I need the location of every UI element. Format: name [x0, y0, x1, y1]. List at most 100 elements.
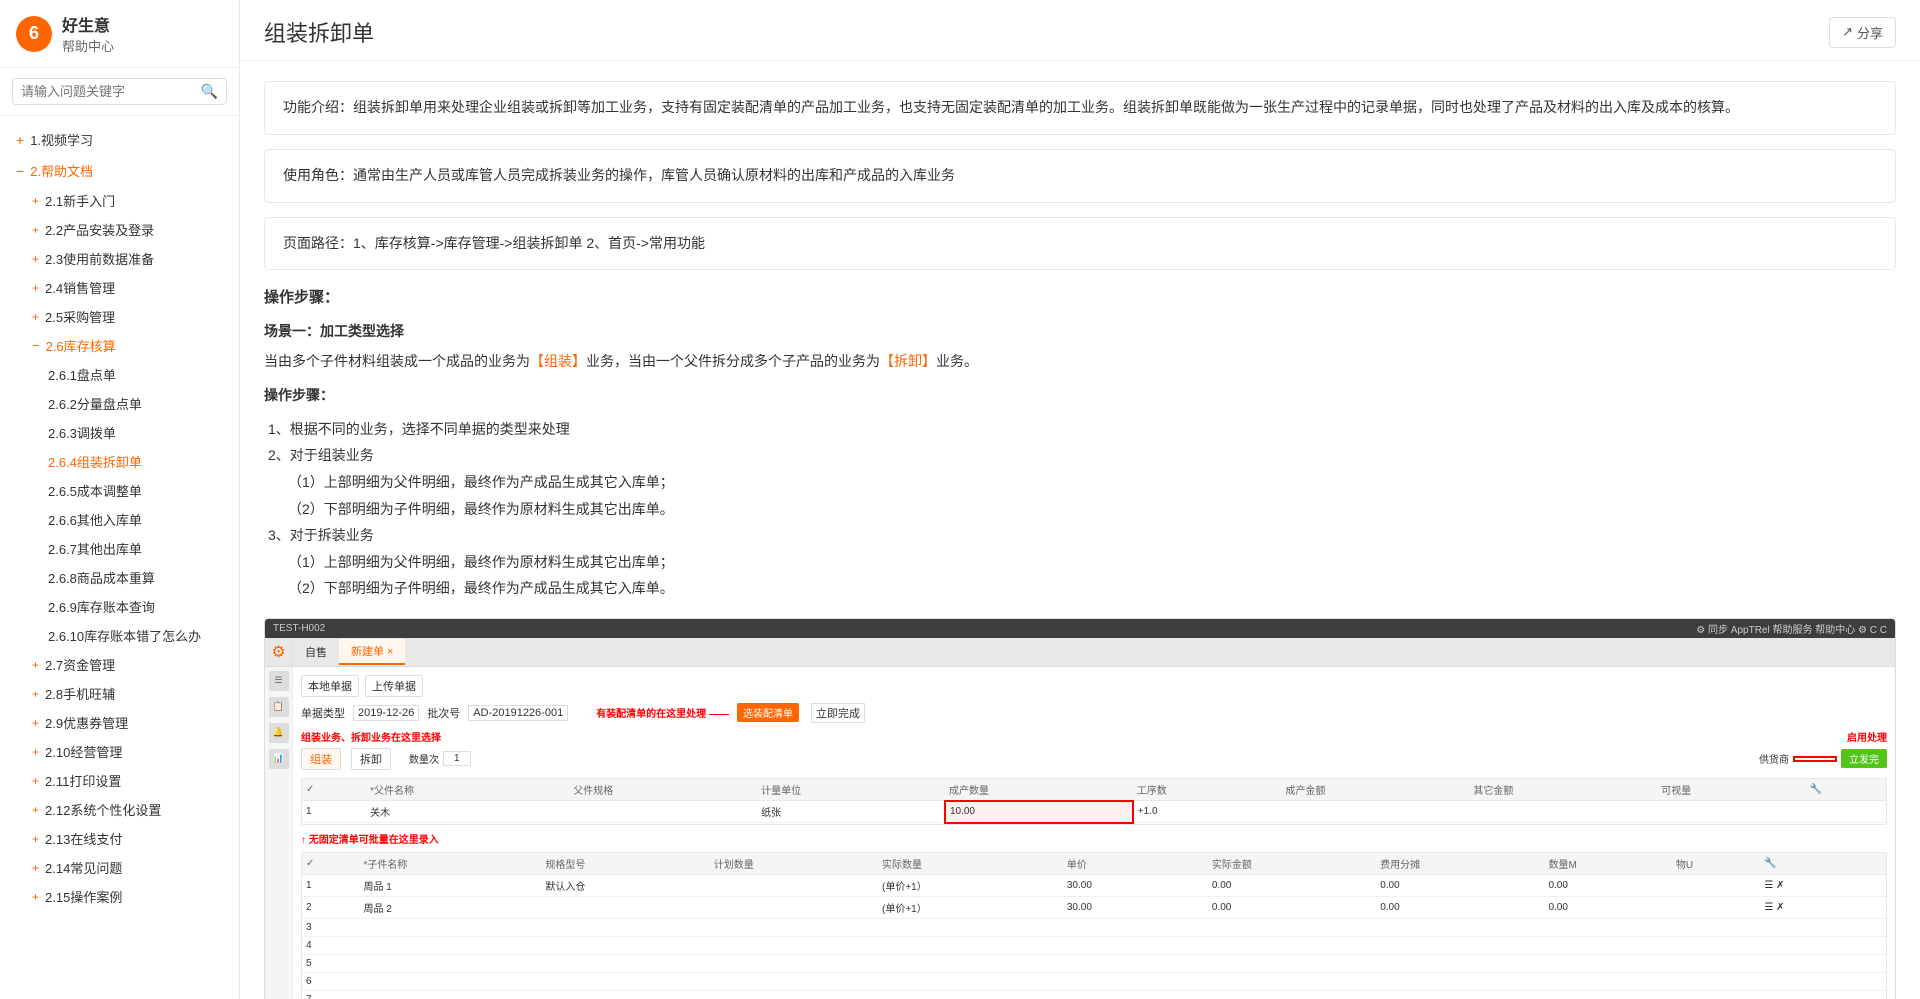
- sidebar-item-2.10[interactable]: + 2.10经营管理: [0, 737, 239, 766]
- scene1-title: 场景一：加工类型选择: [264, 321, 1896, 341]
- sidebar-item-2.6.9[interactable]: 2.6.9库存账本查询: [0, 592, 239, 621]
- step-2-sub-1: （1）上部明细为父件明细，最终作为产成品生成其它入库单；: [288, 469, 1896, 496]
- ss-lower-table: ✓ *子件名称 规格型号 计划数量 实际数量 单价 实际金额 费用分摊 数量M: [301, 852, 1887, 999]
- sidebar-item-beginner[interactable]: + 2.1新手入门: [0, 186, 239, 215]
- ss-lower-row-1: 1 周品 1 默认入仓 (单价+1） 30.00 0.00 0.00 0.00: [302, 874, 1886, 896]
- main-header: 组装拆卸单 ↗ 分享: [240, 0, 1920, 61]
- sidebar-item-2.6.10[interactable]: 2.6.10库存账本错了怎么办: [0, 621, 239, 650]
- ss-label-batch: 批次号: [427, 705, 460, 721]
- steps-list: 1、根据不同的业务，选择不同单据的类型来处理 2、对于组装业务 （1）上部明细为…: [268, 416, 1896, 602]
- step-1: 1、根据不同的业务，选择不同单据的类型来处理: [268, 416, 1896, 443]
- ss-form-area: 本地单据 上传单据 单据类型 2019-12-26 批次号 AD-2019122…: [293, 667, 1895, 999]
- sidebar-item-2.14[interactable]: + 2.14常见问题: [0, 853, 239, 882]
- ss-system-bar: TEST-H002 ⚙ 同步 AppTRel 帮助服务 帮助中心 ⚙ C C: [265, 619, 1895, 638]
- main-content: 功能介绍：组装拆卸单用来处理企业组装或拆卸等加工业务，支持有固定装配清单的产品加…: [240, 61, 1920, 999]
- sidebar-item-2.11[interactable]: + 2.11打印设置: [0, 766, 239, 795]
- ss-lower-row-4: 4: [302, 936, 1886, 954]
- share-button[interactable]: ↗ 分享: [1829, 17, 1896, 48]
- sidebar-item-sales[interactable]: + 2.4销售管理: [0, 273, 239, 302]
- ss-date-value: 2019-12-26: [353, 705, 419, 721]
- ss-label-date: 单据类型: [301, 705, 345, 721]
- ss-icon-4: 📊: [269, 749, 289, 769]
- ss-confirm-btn: 立即完成: [811, 703, 865, 723]
- annotation-bom: 有装配清单的在这里处理 ——: [596, 705, 729, 720]
- ss-select-bom-btn[interactable]: 选装配清单: [737, 703, 799, 722]
- sidebar-item-2.6.5[interactable]: 2.6.5成本调整单: [0, 476, 239, 505]
- screenshot: TEST-H002 ⚙ 同步 AppTRel 帮助服务 帮助中心 ⚙ C C ⚙…: [264, 618, 1896, 999]
- sidebar: 6 好生意 帮助中心 🔍 + 1.视频学习 − 2.帮助文档 + 2.1新手入门: [0, 0, 240, 999]
- annotation-batch-input: ↑ 无固定清单可批量在这里录入: [301, 831, 1887, 846]
- page-path-block: 页面路径：1、库存核算->库存管理->组装拆卸单 2、首页->常用功能: [264, 217, 1896, 271]
- sidebar-item-2.6.8[interactable]: 2.6.8商品成本重算: [0, 563, 239, 592]
- sidebar-item-install[interactable]: + 2.2产品安装及登录: [0, 215, 239, 244]
- ss-icon-1: ☰: [269, 671, 289, 691]
- page-title: 组装拆卸单: [264, 16, 374, 48]
- ss-icon-2: 📋: [269, 697, 289, 717]
- ss-logo: ⚙: [265, 638, 293, 666]
- annotation-enable: 启用处理: [1847, 729, 1887, 744]
- step-3-sub-2: （2）下部明细为子件明细，最终作为产成品生成其它入库单。: [288, 575, 1896, 602]
- step-2: 2、对于组装业务: [268, 442, 1896, 469]
- ss-lower-row-3: 3: [302, 918, 1886, 936]
- step-3: 3、对于拆装业务: [268, 522, 1896, 549]
- ops-steps-sub: 操作步骤：: [264, 383, 1896, 408]
- sidebar-item-docs[interactable]: − 2.帮助文档: [0, 155, 239, 186]
- sidebar-item-2.6.4[interactable]: 2.6.4组装拆卸单: [0, 447, 239, 476]
- ss-tab-home: 自售: [293, 640, 339, 664]
- ss-upload: 上传单据: [365, 675, 423, 697]
- sidebar-item-data-prep[interactable]: + 2.3使用前数据准备: [0, 244, 239, 273]
- ss-lower-row-6: 6: [302, 972, 1886, 990]
- logo-icon: 6: [16, 16, 52, 52]
- ss-tab-bar: ⚙ 自售 新建单 ×: [265, 638, 1895, 667]
- search-input[interactable]: [21, 84, 201, 99]
- ss-lower-row-7: 7: [302, 990, 1886, 999]
- sidebar-item-2.12[interactable]: + 2.12系统个性化设置: [0, 795, 239, 824]
- search-wrap: 🔍: [12, 78, 227, 105]
- ss-proc-type-1: 组装: [301, 748, 341, 770]
- sidebar-item-purchase[interactable]: + 2.5采购管理: [0, 302, 239, 331]
- ss-lower-row-5: 5: [302, 954, 1886, 972]
- ss-lower-row-2: 2 周品 2 (单价+1） 30.00 0.00 0.00 0.00: [302, 896, 1886, 918]
- sidebar-item-inventory[interactable]: − 2.6库存核算: [0, 331, 239, 360]
- ss-batch-value: AD-20191226-001: [468, 705, 568, 721]
- ss-enable-process: 供货商 立发完: [1759, 749, 1887, 768]
- nav-tree: + 1.视频学习 − 2.帮助文档 + 2.1新手入门 + 2.2产品安装及登录…: [0, 116, 239, 999]
- ss-qty-row: 数量次 1: [409, 751, 471, 766]
- sidebar-item-2.6.2[interactable]: 2.6.2分量盘点单: [0, 389, 239, 418]
- ss-toolbar-row: 本地单据 上传单据: [301, 675, 1887, 697]
- sidebar-header: 6 好生意 帮助中心: [0, 0, 239, 68]
- search-icon[interactable]: 🔍: [201, 83, 218, 100]
- minus-icon: −: [16, 163, 24, 179]
- sidebar-item-2.15[interactable]: + 2.15操作案例: [0, 882, 239, 911]
- sidebar-item-2.6.7[interactable]: 2.6.7其他出库单: [0, 534, 239, 563]
- ss-form-header: 单据类型 2019-12-26 批次号 AD-20191226-001 有装配清…: [301, 703, 1887, 723]
- search-bar: 🔍: [0, 68, 239, 116]
- step-2-sub-2: （2）下部明细为子件明细，最终作为原材料生成其它出库单。: [288, 496, 1896, 523]
- sidebar-item-2.9[interactable]: + 2.9优惠券管理: [0, 708, 239, 737]
- ss-upper-table: ✓ *父件名称 父件规格 计量单位 成产数量 工序数 成产金额 其它金额 可视量: [301, 778, 1887, 825]
- ss-upper-row-1: 1 关木 纸张 10.00 +1.0: [302, 801, 1886, 823]
- annotation-type: 组装业务、拆卸业务在这里选择: [301, 729, 441, 744]
- ss-content-area: ☰ 📋 🔔 📊 本地单据 上传单据 单据类型 2019-12-26: [265, 667, 1895, 999]
- ss-proc-type-2: 拆卸: [351, 748, 391, 770]
- sidebar-item-2.13[interactable]: + 2.13在线支付: [0, 824, 239, 853]
- sidebar-item-2.8[interactable]: + 2.8手机旺辅: [0, 679, 239, 708]
- brand-title: 好生意 帮助中心: [62, 12, 114, 55]
- share-icon: ↗: [1842, 24, 1853, 40]
- ss-apply-btn[interactable]: 立发完: [1841, 749, 1887, 768]
- ss-tab-new: 新建单 ×: [339, 639, 405, 665]
- ss-process-types: 组装 拆卸 数量次 1 供货商 立发完: [301, 748, 1887, 770]
- sidebar-item-video[interactable]: + 1.视频学习: [0, 124, 239, 155]
- sidebar-item-2.7[interactable]: + 2.7资金管理: [0, 650, 239, 679]
- ss-doctype: 本地单据: [301, 675, 359, 697]
- feature-intro-block: 功能介绍：组装拆卸单用来处理企业组装或拆卸等加工业务，支持有固定装配清单的产品加…: [264, 81, 1896, 135]
- plus-icon: +: [16, 132, 24, 148]
- sidebar-item-2.6.3[interactable]: 2.6.3调拨单: [0, 418, 239, 447]
- role-intro-block: 使用角色：通常由生产人员或库管人员完成拆装业务的操作，库管人员确认原材料的出库和…: [264, 149, 1896, 203]
- ss-sidebar-icons: ☰ 📋 🔔 📊: [265, 667, 293, 999]
- sidebar-item-2.6.1[interactable]: 2.6.1盘点单: [0, 360, 239, 389]
- ss-process-row: 组装业务、拆卸业务在这里选择 启用处理: [301, 729, 1887, 744]
- step-3-sub-1: （1）上部明细为父件明细，最终作为原材料生成其它出库单；: [288, 549, 1896, 576]
- sidebar-item-2.6.6[interactable]: 2.6.6其他入库单: [0, 505, 239, 534]
- ops-steps-title: 操作步骤：: [264, 286, 1896, 307]
